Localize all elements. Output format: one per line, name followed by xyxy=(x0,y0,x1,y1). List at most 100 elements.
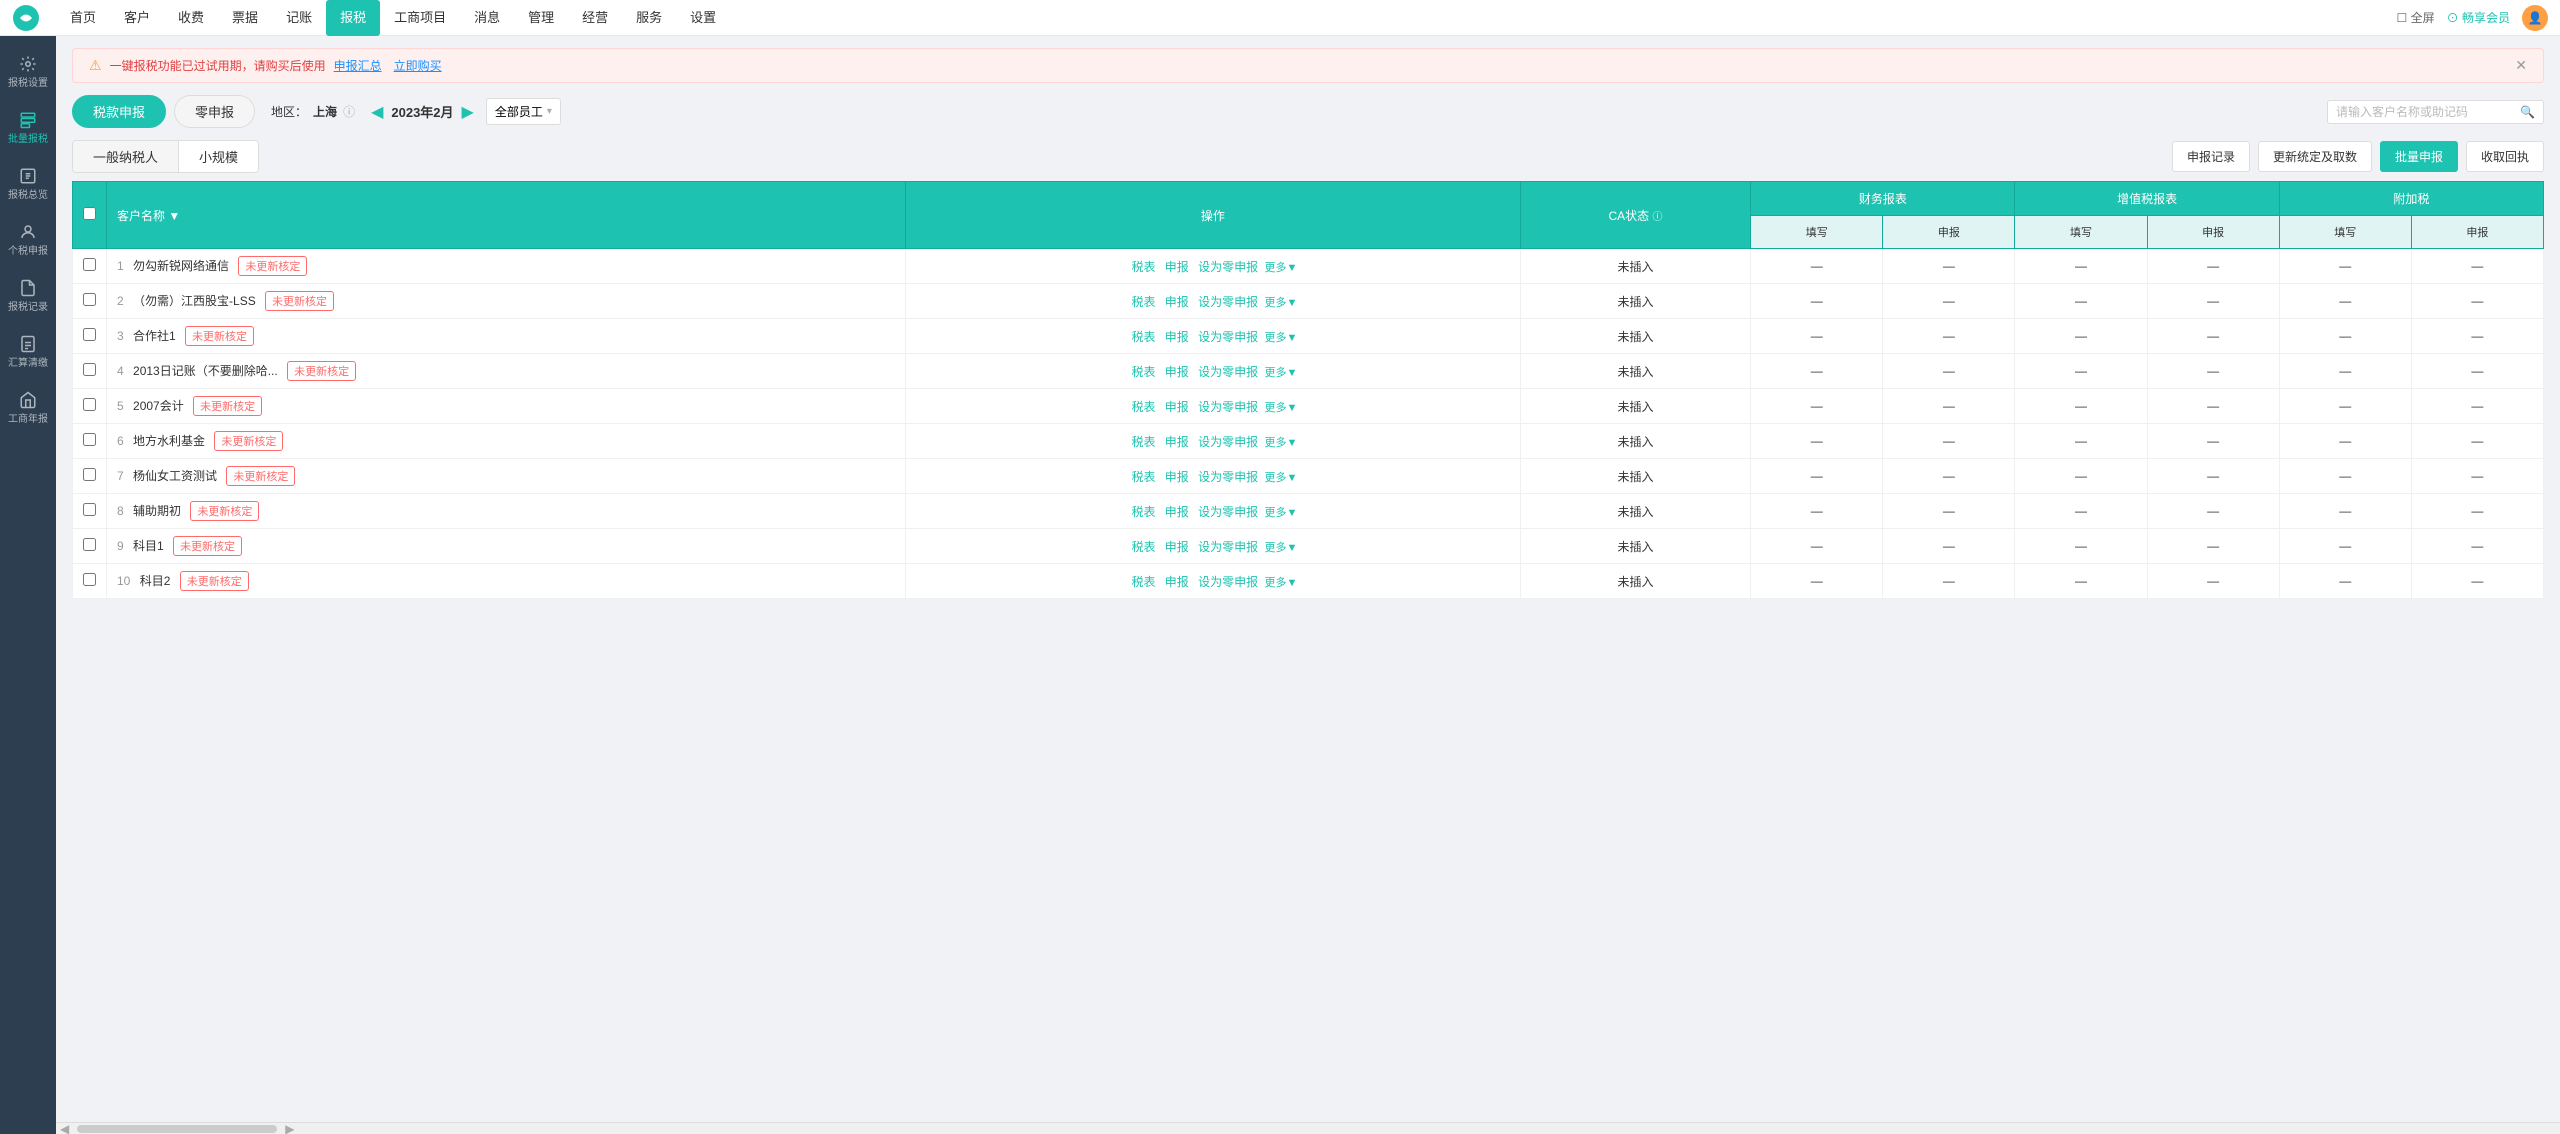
row-checkbox-7[interactable] xyxy=(83,503,96,516)
action-taxform-7[interactable]: 税表 xyxy=(1131,505,1155,519)
action-declare-3[interactable]: 申报 xyxy=(1165,365,1189,379)
action-more-1[interactable]: 更多▼ xyxy=(1265,297,1298,309)
action-more-4[interactable]: 更多▼ xyxy=(1265,402,1298,414)
action-more-6[interactable]: 更多▼ xyxy=(1265,472,1298,484)
nav-item-invoices[interactable]: 票据 xyxy=(218,0,272,36)
action-zero-0[interactable]: 设为零申报 xyxy=(1198,260,1258,274)
retrieve-return-button[interactable]: 收取回执 xyxy=(2466,141,2544,172)
batch-declare-button[interactable]: 批量申报 xyxy=(2380,141,2458,172)
action-zero-3[interactable]: 设为零申报 xyxy=(1198,365,1258,379)
sidebar-item-report-records[interactable]: 报税记录 xyxy=(0,268,56,324)
action-taxform-9[interactable]: 税表 xyxy=(1131,575,1155,589)
sidebar-item-batch-report[interactable]: 批量报税 xyxy=(0,100,56,156)
action-taxform-0[interactable]: 税表 xyxy=(1131,260,1155,274)
alert-link-1[interactable]: 申报汇总 xyxy=(334,57,382,74)
sidebar-item-tax-settings[interactable]: 报税设置 xyxy=(0,44,56,100)
tab-general-taxpayer[interactable]: 一般纳税人 xyxy=(73,141,179,172)
sidebar-item-calc-clear[interactable]: 汇算清缴 xyxy=(0,324,56,380)
nav-item-manage[interactable]: 管理 xyxy=(514,0,568,36)
scroll-thumb[interactable] xyxy=(77,1125,277,1133)
action-declare-5[interactable]: 申报 xyxy=(1165,435,1189,449)
nav-item-settings[interactable]: 设置 xyxy=(676,0,730,36)
action-zero-9[interactable]: 设为零申报 xyxy=(1198,575,1258,589)
row-checkbox-4[interactable] xyxy=(83,398,96,411)
action-zero-6[interactable]: 设为零申报 xyxy=(1198,470,1258,484)
nav-item-fees[interactable]: 收费 xyxy=(164,0,218,36)
dept-selector[interactable]: 全部员工 ▾ xyxy=(486,98,561,125)
sidebar-item-personal-report[interactable]: 个税申报 xyxy=(0,212,56,268)
action-declare-2[interactable]: 申报 xyxy=(1165,330,1189,344)
nav-item-service[interactable]: 服务 xyxy=(622,0,676,36)
action-declare-7[interactable]: 申报 xyxy=(1165,505,1189,519)
sidebar-item-personal-report-label: 个税申报 xyxy=(8,246,48,258)
action-more-2[interactable]: 更多▼ xyxy=(1265,332,1298,344)
action-declare-8[interactable]: 申报 xyxy=(1165,540,1189,554)
info-icon[interactable]: ⓘ xyxy=(343,103,355,120)
date-prev-button[interactable]: ◀ xyxy=(371,102,383,122)
nav-item-clients[interactable]: 客户 xyxy=(110,0,164,36)
alert-close-button[interactable]: ✕ xyxy=(2515,57,2527,74)
date-next-button[interactable]: ▶ xyxy=(462,102,474,122)
action-more-9[interactable]: 更多▼ xyxy=(1265,577,1298,589)
row-checkbox-0[interactable] xyxy=(83,258,96,271)
app-logo[interactable] xyxy=(12,4,40,32)
sort-icon[interactable]: ▼ xyxy=(168,209,180,223)
action-more-7[interactable]: 更多▼ xyxy=(1265,507,1298,519)
action-declare-0[interactable]: 申报 xyxy=(1165,260,1189,274)
nav-item-operations[interactable]: 经营 xyxy=(568,0,622,36)
top-navigation: 首页 客户 收费 票据 记账 报税 工商项目 消息 管理 经营 服务 设置 ☐ … xyxy=(0,0,2560,36)
scroll-right-arrow[interactable]: ▶ xyxy=(285,1122,294,1134)
nav-item-tax[interactable]: 报税 xyxy=(326,0,380,36)
action-more-0[interactable]: 更多▼ xyxy=(1265,262,1298,274)
row-checkbox-1[interactable] xyxy=(83,293,96,306)
action-declare-4[interactable]: 申报 xyxy=(1165,400,1189,414)
row-checkbox-9[interactable] xyxy=(83,573,96,586)
nav-item-business[interactable]: 工商项目 xyxy=(380,0,460,36)
sidebar-item-business-report[interactable]: 工商年报 xyxy=(0,380,56,436)
tab-small-scale[interactable]: 小规模 xyxy=(179,141,258,172)
scroll-left-arrow[interactable]: ◀ xyxy=(60,1122,69,1134)
action-taxform-8[interactable]: 税表 xyxy=(1131,540,1155,554)
alert-link-2[interactable]: 立即购买 xyxy=(394,57,442,74)
action-zero-8[interactable]: 设为零申报 xyxy=(1198,540,1258,554)
select-all-checkbox[interactable] xyxy=(83,207,96,220)
row-checkbox-8[interactable] xyxy=(83,538,96,551)
fullscreen-button[interactable]: ☐ 全屏 xyxy=(2397,9,2435,26)
nav-item-accounting[interactable]: 记账 xyxy=(272,0,326,36)
update-accounts-button[interactable]: 更新统定及取数 xyxy=(2258,141,2372,172)
nav-item-messages[interactable]: 消息 xyxy=(460,0,514,36)
action-zero-5[interactable]: 设为零申报 xyxy=(1198,435,1258,449)
row-checkbox-2[interactable] xyxy=(83,328,96,341)
declare-records-button[interactable]: 申报记录 xyxy=(2172,141,2250,172)
action-taxform-4[interactable]: 税表 xyxy=(1131,400,1155,414)
search-icon[interactable]: 🔍 xyxy=(2520,105,2535,119)
row-checkbox-3[interactable] xyxy=(83,363,96,376)
action-zero-4[interactable]: 设为零申报 xyxy=(1198,400,1258,414)
action-zero-7[interactable]: 设为零申报 xyxy=(1198,505,1258,519)
action-taxform-2[interactable]: 税表 xyxy=(1131,330,1155,344)
action-declare-1[interactable]: 申报 xyxy=(1165,295,1189,309)
upgrade-button[interactable]: ⊙ 畅享会员 xyxy=(2447,9,2510,26)
action-zero-1[interactable]: 设为零申报 xyxy=(1198,295,1258,309)
date-navigation: ◀ 2023年2月 ▶ xyxy=(371,102,474,122)
tab-tax-declare[interactable]: 税款申报 xyxy=(72,95,166,128)
action-zero-2[interactable]: 设为零申报 xyxy=(1198,330,1258,344)
sidebar-item-report-overview[interactable]: 报税总览 xyxy=(0,156,56,212)
action-more-3[interactable]: 更多▼ xyxy=(1265,367,1298,379)
search-input[interactable] xyxy=(2336,105,2516,119)
action-taxform-6[interactable]: 税表 xyxy=(1131,470,1155,484)
action-taxform-5[interactable]: 税表 xyxy=(1131,435,1155,449)
action-declare-9[interactable]: 申报 xyxy=(1165,575,1189,589)
action-taxform-1[interactable]: 税表 xyxy=(1131,295,1155,309)
nav-item-home[interactable]: 首页 xyxy=(56,0,110,36)
user-avatar[interactable]: 👤 xyxy=(2522,5,2548,31)
action-more-5[interactable]: 更多▼ xyxy=(1265,437,1298,449)
vat-fill-9: — xyxy=(2015,564,2147,599)
action-more-8[interactable]: 更多▼ xyxy=(1265,542,1298,554)
bottom-scrollbar[interactable]: ◀ ▶ xyxy=(56,1122,2560,1134)
row-checkbox-5[interactable] xyxy=(83,433,96,446)
action-declare-6[interactable]: 申报 xyxy=(1165,470,1189,484)
row-checkbox-6[interactable] xyxy=(83,468,96,481)
tab-zero-declare[interactable]: 零申报 xyxy=(174,95,255,128)
action-taxform-3[interactable]: 税表 xyxy=(1131,365,1155,379)
